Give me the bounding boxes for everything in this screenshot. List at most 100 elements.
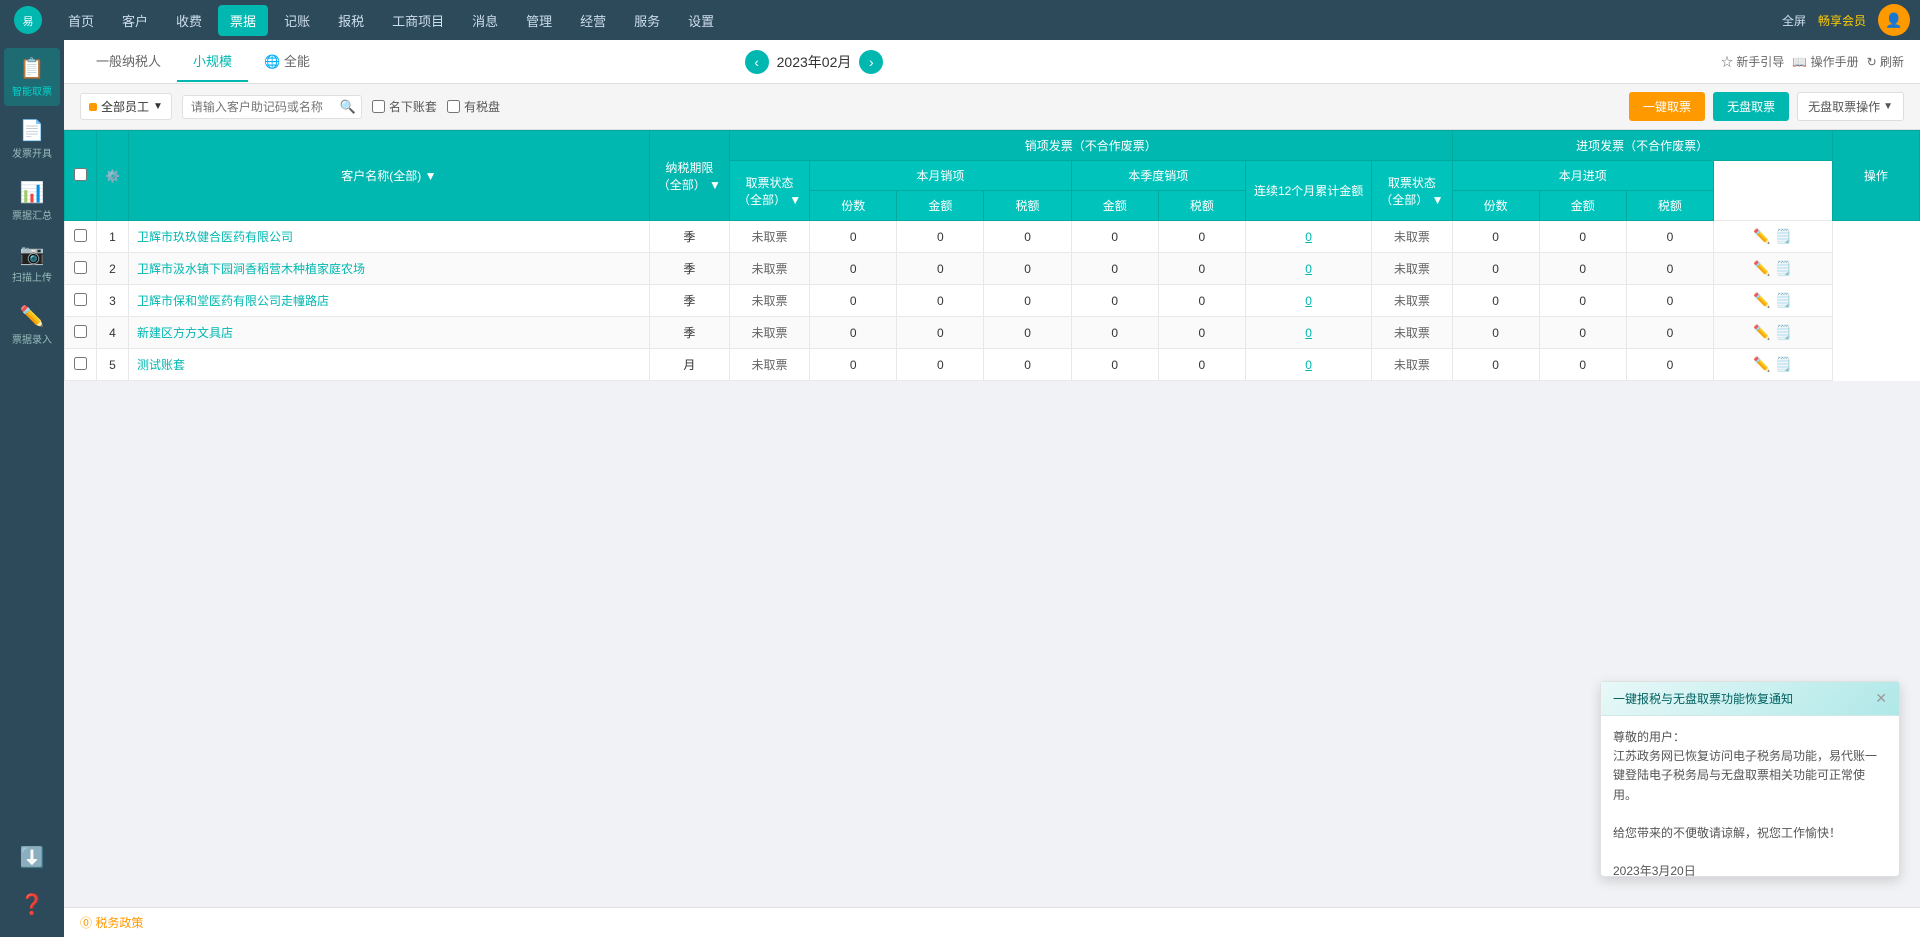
sidebar-icon-1: 📄 [20,118,45,143]
nav-item-工商项目[interactable]: 工商项目 [380,5,456,36]
row-sales-12m-1[interactable]: 0 [1245,253,1371,285]
sidebar: 📋 智能取票 📄发票开具📊票据汇总📷扫描上传✏️票据录入 ⬇️ ❓ [0,40,64,937]
member-btn[interactable]: 畅享会员 [1818,12,1866,29]
sidebar-bottom-item-0[interactable]: ⬇️ [4,837,60,880]
sidebar-item-4[interactable]: ✏️票据录入 [4,296,60,354]
select-all-checkbox[interactable] [74,168,87,181]
tax-policy-link[interactable]: ⓪ 税务政策 [80,914,143,931]
row-purchase-m-count-4: 0 [1452,349,1539,381]
table-row: 2 卫辉市汲水镇下园涧香稻营木种植家庭农场 季 未取票 0 0 0 0 0 0 … [65,253,1920,285]
nav-item-报税[interactable]: 报税 [326,5,376,36]
row-customer-3[interactable]: 新建区方方文具店 [129,317,650,349]
nav-item-首页[interactable]: 首页 [56,5,106,36]
detail-icon-1[interactable]: 🗒️ [1775,260,1792,277]
table-row: 4 新建区方方文具店 季 未取票 0 0 0 0 0 0 未取票 0 0 0 ✏… [65,317,1920,349]
row-actions-2: ✏️ 🗒️ [1713,285,1832,317]
row-customer-0[interactable]: 卫辉市玖玖健合医药有限公司 [129,221,650,253]
top-right-actions: 全屏 畅享会员 👤 [1782,4,1910,36]
sidebar-item-2[interactable]: 📊票据汇总 [4,172,60,230]
nav-item-客户[interactable]: 客户 [110,5,160,36]
detail-icon-3[interactable]: 🗒️ [1775,324,1792,341]
row-tax-period-1: 季 [649,253,729,285]
detail-icon-0[interactable]: 🗒️ [1775,228,1792,245]
nav-item-设置[interactable]: 设置 [676,5,726,36]
row-sales-m-count-1: 0 [810,253,897,285]
th-settings: ⚙️ [97,131,129,221]
row-checkbox-4[interactable] [65,349,97,381]
has-disk-checkbox[interactable] [447,100,460,113]
period-navigation: ‹ 2023年02月 › [745,50,884,74]
row-purchase-m-tax-4: 0 [1626,349,1713,381]
named-accounts-label: 名下账套 [389,98,437,115]
row-sales-m-amount-3: 0 [897,317,984,349]
edit-icon-3[interactable]: ✏️ [1753,324,1770,341]
tab-0[interactable]: 一般纳税人 [80,41,177,82]
notification-close-btn[interactable]: ✕ [1875,690,1887,707]
sidebar-icon-4: ✏️ [20,304,45,329]
tab-action-0[interactable]: ☆ 新手引导 [1721,53,1784,70]
row-checkbox-1[interactable] [65,253,97,285]
search-input[interactable] [182,95,362,119]
row-sales-m-amount-4: 0 [897,349,984,381]
sidebar-item-1[interactable]: 📄发票开具 [4,110,60,168]
row-purchase-m-count-0: 0 [1452,221,1539,253]
top-navigation: 易 首页客户收费票据记账报税工商项目消息管理经营服务设置 全屏 畅享会员 👤 [0,0,1920,40]
edit-icon-2[interactable]: ✏️ [1753,292,1770,309]
sidebar-label-0: 智能取票 [12,83,52,98]
edit-icon-1[interactable]: ✏️ [1753,260,1770,277]
row-customer-1[interactable]: 卫辉市汲水镇下园涧香稻营木种植家庭农场 [129,253,650,285]
sidebar-item-3[interactable]: 📷扫描上传 [4,234,60,292]
user-avatar[interactable]: 👤 [1878,4,1910,36]
sidebar-icon-0: 📋 [20,56,45,81]
row-sales-m-amount-1: 0 [897,253,984,285]
row-customer-2[interactable]: 卫辉市保和堂医药有限公司走幢路店 [129,285,650,317]
detail-icon-4[interactable]: 🗒️ [1775,356,1792,373]
employee-filter[interactable]: 全部员工 ▼ [80,93,172,120]
th-sales-12m: 连续12个月累计金额 [1245,161,1371,221]
sidebar-bottom-icon-1: ❓ [20,892,45,917]
sidebar-item-0[interactable]: 📋 智能取票 [4,48,60,106]
row-sales-q-amount-3: 0 [1071,317,1158,349]
sidebar-bottom-item-1[interactable]: ❓ [4,884,60,927]
edit-icon-4[interactable]: ✏️ [1753,356,1770,373]
checkbox-named-accounts[interactable]: 名下账套 [372,98,437,115]
row-checkbox-2[interactable] [65,285,97,317]
nav-item-消息[interactable]: 消息 [460,5,510,36]
row-sales-12m-4[interactable]: 0 [1245,349,1371,381]
row-checkbox-0[interactable] [65,221,97,253]
row-sales-12m-0[interactable]: 0 [1245,221,1371,253]
has-disk-label: 有税盘 [464,98,500,115]
nav-item-票据[interactable]: 票据 [218,5,268,36]
tab-action-1[interactable]: 📖 操作手册 [1792,53,1858,70]
nav-item-管理[interactable]: 管理 [514,5,564,36]
nav-item-收费[interactable]: 收费 [164,5,214,36]
nav-item-经营[interactable]: 经营 [568,5,618,36]
tab-1[interactable]: 小规模 [177,41,248,82]
row-sales-status-3: 未取票 [729,317,809,349]
one-click-btn[interactable]: 一键取票 [1629,92,1705,121]
row-sales-m-tax-4: 0 [984,349,1071,381]
row-sales-status-4: 未取票 [729,349,809,381]
nav-item-服务[interactable]: 服务 [622,5,672,36]
detail-icon-2[interactable]: 🗒️ [1775,292,1792,309]
row-checkbox-3[interactable] [65,317,97,349]
named-accounts-checkbox[interactable] [372,100,385,113]
row-customer-4[interactable]: 测试账套 [129,349,650,381]
no-disk-btn[interactable]: 无盘取票 [1713,92,1789,121]
row-sales-12m-2[interactable]: 0 [1245,285,1371,317]
no-disk-ops-btn[interactable]: 无盘取票操作 ▼ [1797,92,1904,121]
next-period-btn[interactable]: › [859,50,883,74]
edit-icon-0[interactable]: ✏️ [1753,228,1770,245]
nav-item-记账[interactable]: 记账 [272,5,322,36]
tab-action-2[interactable]: ↻ 刷新 [1867,53,1904,70]
prev-period-btn[interactable]: ‹ [745,50,769,74]
row-purchase-m-amount-1: 0 [1539,253,1626,285]
row-sales-q-tax-3: 0 [1158,317,1245,349]
tab-2[interactable]: 🌐 全能 [248,41,326,82]
row-index-2: 3 [97,285,129,317]
th-actions: 操作 [1832,131,1919,221]
row-sales-12m-3[interactable]: 0 [1245,317,1371,349]
th-sales-m-amount: 金额 [897,191,984,221]
checkbox-has-disk[interactable]: 有税盘 [447,98,500,115]
fullscreen-btn[interactable]: 全屏 [1782,12,1806,29]
